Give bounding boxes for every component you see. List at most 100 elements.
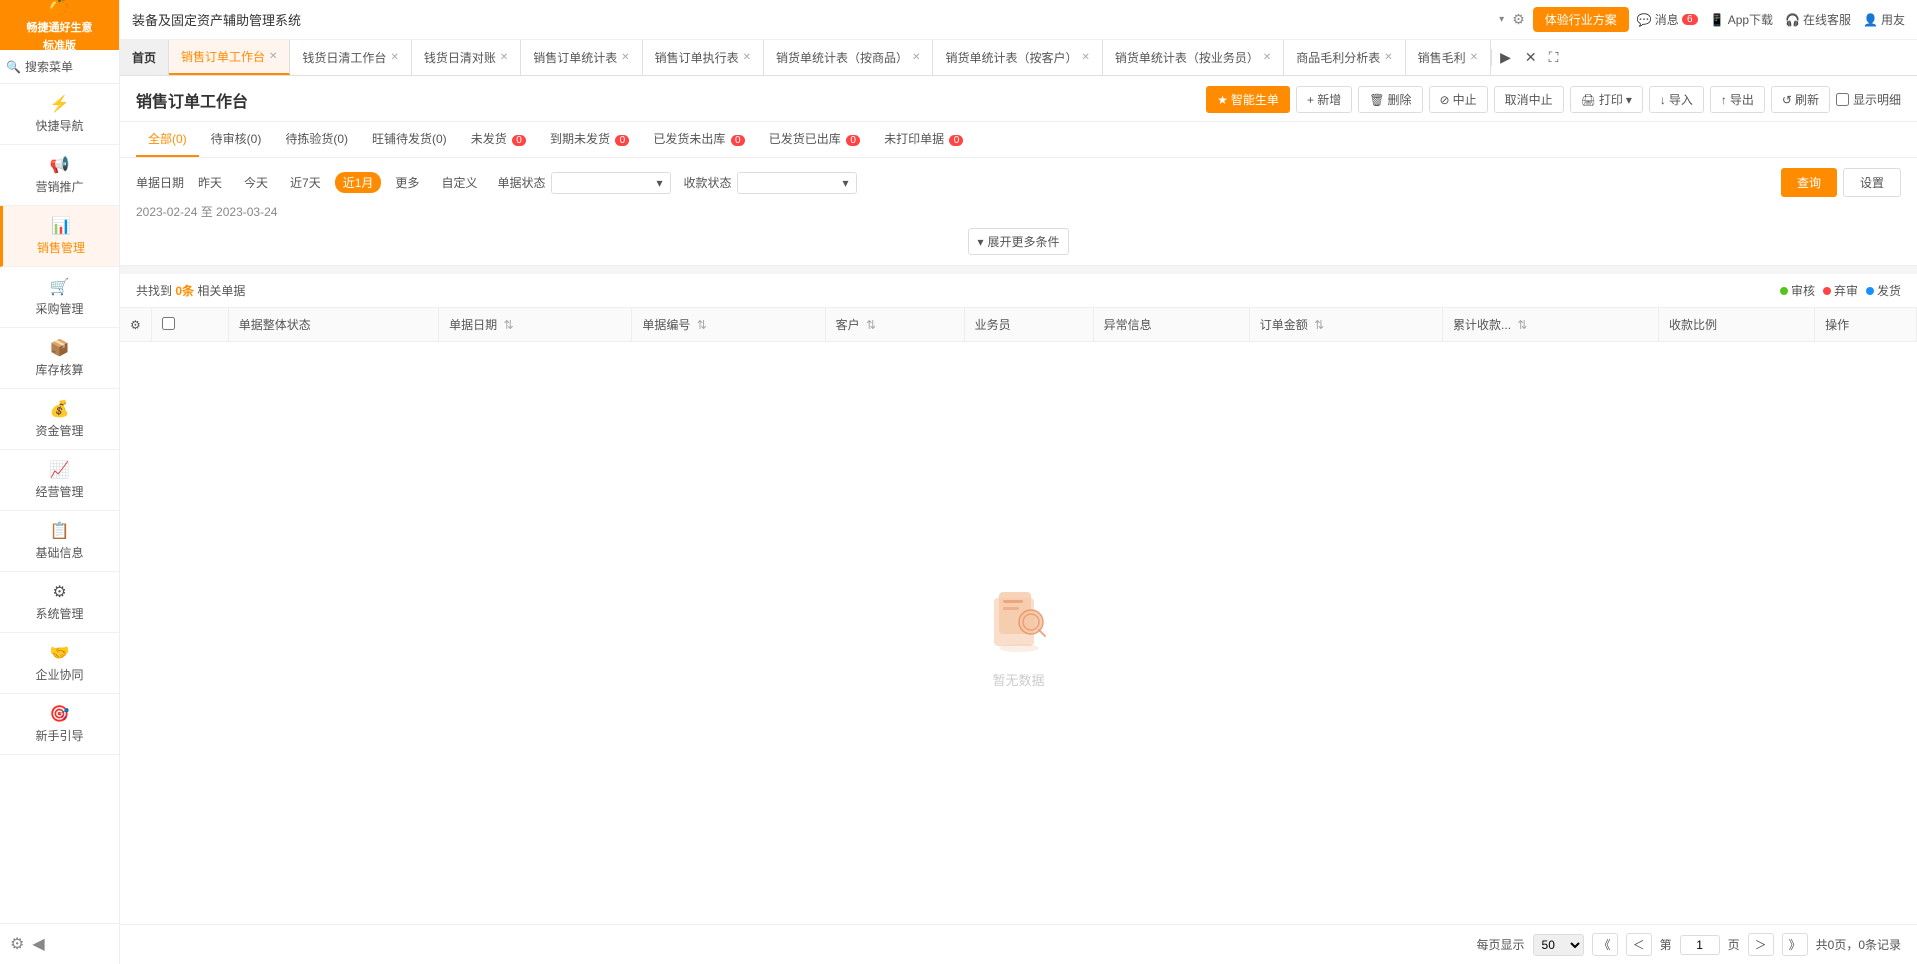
sidebar-item-marketing[interactable]: 📢 营销推广	[0, 145, 119, 206]
page-input[interactable]	[1680, 935, 1720, 955]
col-ratio[interactable]: 收款比例	[1658, 308, 1814, 342]
export-btn[interactable]: ↑ 导出	[1710, 86, 1765, 113]
gear-icon[interactable]: ⚙	[1512, 11, 1525, 28]
tab-sales-stat[interactable]: 销售订单统计表 ✕	[521, 40, 642, 75]
tab-close-icon[interactable]: ✕	[500, 52, 508, 63]
sort-icon[interactable]: ⇅	[697, 318, 707, 332]
sub-tab-expired-not-shipped[interactable]: 到期未发货 0	[538, 122, 641, 157]
payment-select[interactable]: ▾	[737, 172, 857, 194]
sidebar-item-sales[interactable]: 📊 销售管理	[0, 206, 119, 267]
print-dropdown-icon[interactable]: ▾	[1626, 93, 1632, 107]
status-select[interactable]: ▾	[551, 172, 671, 194]
sidebar-item-guide[interactable]: 🎯 新手引导	[0, 694, 119, 755]
date-option-yesterday[interactable]: 昨天	[190, 172, 230, 193]
filter-settings-btn[interactable]: 设置	[1843, 168, 1901, 197]
sidebar-item-operations[interactable]: 📈 经营管理	[0, 450, 119, 511]
tab-close-icon[interactable]: ✕	[1470, 52, 1478, 63]
sub-tab-shipped-not-out[interactable]: 已发货未出库 0	[641, 122, 756, 157]
tab-cash-reconcile[interactable]: 钱货日清对账 ✕	[412, 40, 521, 75]
page-size-select[interactable]: 10 20 50 100	[1533, 934, 1584, 956]
col-status[interactable]: 单据整体状态	[228, 308, 438, 342]
col-checkbox[interactable]	[151, 308, 228, 342]
tab-close-icon[interactable]: ✕	[912, 52, 920, 63]
tab-sales-stat-product[interactable]: 销货单统计表（按商品） ✕	[764, 40, 933, 75]
tab-home[interactable]: 首页	[120, 40, 169, 75]
sub-tab-shipped-out[interactable]: 已发货已出库 0	[757, 122, 872, 157]
col-amount[interactable]: 订单金额 ⇅	[1249, 308, 1442, 342]
col-settings[interactable]: ⚙	[120, 308, 151, 342]
sub-tab-not-shipped[interactable]: 未发货 0	[459, 122, 538, 157]
settings-bottom-icon[interactable]: ⚙	[10, 934, 24, 954]
col-operation[interactable]: 操作	[1815, 308, 1917, 342]
search-btn[interactable]: 查询	[1781, 168, 1837, 197]
import-btn[interactable]: ↓ 导入	[1649, 86, 1704, 113]
app-download-btn[interactable]: 📱 App下载	[1710, 11, 1773, 28]
tab-close-icon[interactable]: ✕	[621, 52, 629, 63]
tab-close-icon[interactable]: ✕	[1081, 52, 1089, 63]
next-page-btn[interactable]: ＞	[1748, 933, 1774, 956]
stop-btn[interactable]: ⊘ 中止	[1429, 86, 1488, 113]
date-option-last1month[interactable]: 近1月	[335, 172, 382, 193]
tab-expand[interactable]: ⛶	[1543, 49, 1565, 66]
sort-icon[interactable]: ⇅	[1517, 318, 1527, 332]
tab-sales-stat-staff[interactable]: 销货单统计表（按业务员） ✕	[1103, 40, 1284, 75]
collapse-icon[interactable]: ◀	[32, 934, 44, 954]
date-option-today[interactable]: 今天	[236, 172, 276, 193]
sub-tab-all[interactable]: 全部(0)	[136, 122, 199, 157]
show-detail-checkbox[interactable]: 显示明细	[1836, 91, 1901, 108]
col-staff[interactable]: 业务员	[964, 308, 1093, 342]
sub-tab-not-printed[interactable]: 未打印单据 0	[872, 122, 975, 157]
tab-close-icon[interactable]: ✕	[390, 52, 398, 63]
sidebar-item-purchase[interactable]: 🛒 采购管理	[0, 267, 119, 328]
col-date[interactable]: 单据日期 ⇅	[439, 308, 632, 342]
col-exception[interactable]: 异常信息	[1093, 308, 1249, 342]
sub-tab-wangpu[interactable]: 旺铺待发货(0)	[360, 122, 459, 157]
tab-close-icon[interactable]: ✕	[743, 52, 751, 63]
col-customer[interactable]: 客户 ⇅	[825, 308, 964, 342]
sort-icon[interactable]: ⇅	[866, 318, 876, 332]
smart-create-btn[interactable]: ★ 智能生单	[1206, 86, 1290, 113]
sidebar-item-basic-info[interactable]: 📋 基础信息	[0, 511, 119, 572]
col-collected[interactable]: 累计收款... ⇅	[1443, 308, 1659, 342]
cancel-stop-btn[interactable]: 取消中止	[1494, 86, 1564, 113]
expand-filter-btn[interactable]: ▾ 展开更多条件	[968, 228, 1068, 255]
tab-close-icon[interactable]: ✕	[1263, 52, 1271, 63]
show-detail-input[interactable]	[1836, 93, 1849, 106]
sidebar-item-inventory[interactable]: 📦 库存核算	[0, 328, 119, 389]
tab-sales-more[interactable]: 销售毛利 ✕	[1406, 40, 1491, 75]
tab-product-margin[interactable]: 商品毛利分析表 ✕	[1284, 40, 1405, 75]
refresh-btn[interactable]: ↺ 刷新	[1771, 86, 1830, 113]
send-btn[interactable]: 发货	[1866, 282, 1901, 299]
delete-btn[interactable]: 🗑 删除	[1358, 86, 1422, 113]
tab-sales-stat-customer[interactable]: 销货单统计表（按客户） ✕	[933, 40, 1102, 75]
sort-icon[interactable]: ⇅	[504, 318, 514, 332]
prev-page-btn[interactable]: ＜	[1626, 933, 1652, 956]
add-btn[interactable]: + 新增	[1296, 86, 1352, 113]
online-service-btn[interactable]: 🎧 在线客服	[1785, 11, 1851, 28]
col-number[interactable]: 单据编号 ⇅	[632, 308, 825, 342]
sidebar-item-system[interactable]: ⚙ 系统管理	[0, 572, 119, 633]
tab-close-all[interactable]: ✕	[1519, 49, 1543, 66]
tab-sales-exec[interactable]: 销售订单执行表 ✕	[643, 40, 764, 75]
message-btn[interactable]: 💬 消息 6	[1637, 11, 1698, 28]
print-btn[interactable]: 🖨 打印 ▾	[1570, 86, 1643, 113]
cancel-audit-btn[interactable]: 弃审	[1823, 282, 1858, 299]
select-all-checkbox[interactable]	[162, 317, 175, 330]
sidebar-item-enterprise[interactable]: 🤝 企业协同	[0, 633, 119, 694]
tab-close-icon[interactable]: ✕	[1384, 52, 1392, 63]
date-option-last7[interactable]: 近7天	[282, 172, 329, 193]
sidebar-item-finance[interactable]: 💰 资金管理	[0, 389, 119, 450]
experience-btn[interactable]: 体验行业方案	[1533, 7, 1629, 32]
sort-icon[interactable]: ⇅	[1314, 318, 1324, 332]
last-page-btn[interactable]: 》	[1782, 933, 1808, 956]
sub-tab-pending-review[interactable]: 待审核(0)	[199, 122, 274, 157]
tab-more-btn[interactable]: ▶	[1491, 49, 1519, 66]
audit-btn[interactable]: 审核	[1780, 282, 1815, 299]
date-option-more[interactable]: 更多	[387, 172, 427, 193]
tab-sales-order-work[interactable]: 销售订单工作台 ✕	[169, 40, 290, 75]
first-page-btn[interactable]: 《	[1592, 933, 1618, 956]
sub-tab-pending-inspect[interactable]: 待拣验货(0)	[273, 122, 360, 157]
tab-cash-daily[interactable]: 钱货日清工作台 ✕	[290, 40, 411, 75]
tab-close-icon[interactable]: ✕	[269, 51, 277, 62]
user-btn[interactable]: 👤 用友	[1863, 11, 1905, 28]
